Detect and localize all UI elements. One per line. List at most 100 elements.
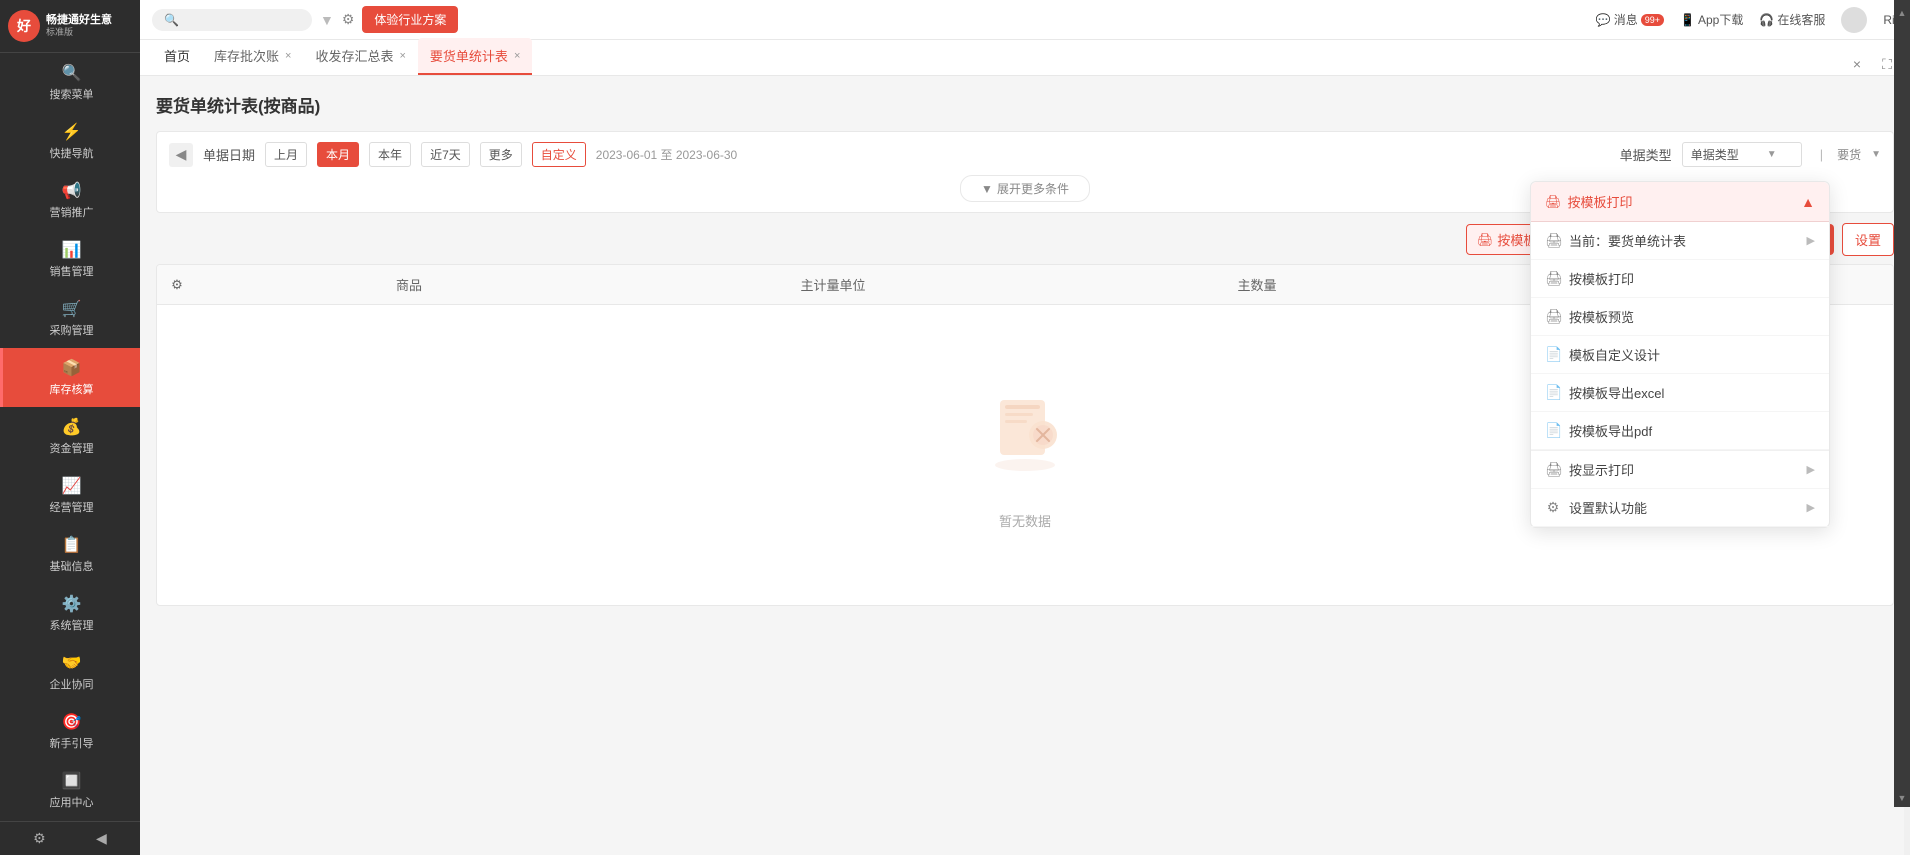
date-btn-last-month[interactable]: 上月: [265, 142, 307, 167]
sidebar-scroll-down[interactable]: ▼: [1898, 793, 1907, 803]
megaphone-icon: 📢: [62, 181, 82, 201]
sidebar-item-basic[interactable]: 📋 基础信息: [0, 525, 140, 584]
dropdown-header: 🖨 按模板打印 ▲: [1531, 182, 1829, 222]
printer-icon: 🖨: [1477, 232, 1494, 248]
logo-icon: 好: [8, 10, 40, 42]
box-icon: 📦: [62, 358, 82, 378]
printer-small-icon: 🖨: [1545, 270, 1561, 287]
cart-icon: 🛒: [62, 299, 82, 319]
col-gear[interactable]: ⚙: [157, 277, 197, 293]
tab-bar: 首页 库存批次账 × 收发存汇总表 × 要货单统计表 × × ⛶: [140, 40, 1910, 76]
date-btn-this-year[interactable]: 本年: [369, 142, 411, 167]
tab-batch-account[interactable]: 库存批次账 ×: [202, 38, 303, 75]
topbar-gear-icon[interactable]: ⚙: [342, 11, 355, 28]
printer-small-icon: 🖨: [1545, 461, 1561, 478]
date-btn-this-month[interactable]: 本月: [317, 142, 359, 167]
window-controls: × ⛶: [1846, 53, 1898, 75]
search-icon: 🔍: [62, 63, 82, 83]
sidebar-item-inventory[interactable]: 📦 库存核算: [0, 348, 140, 407]
dropdown-item-template-pdf[interactable]: 📄 按模板导出pdf: [1531, 412, 1829, 450]
search-box: 🔍: [152, 9, 312, 31]
sidebar-item-finance[interactable]: 💰 资金管理: [0, 407, 140, 466]
expand-conditions-btn[interactable]: ▼ 展开更多条件: [960, 175, 1090, 202]
app-logo: 好 畅捷通好生意 标准版: [0, 0, 140, 53]
filter-collapse-btn[interactable]: ◀: [169, 143, 193, 167]
settings-btn[interactable]: 设置: [1842, 223, 1894, 256]
sidebar-item-marketing[interactable]: 📢 营销推广: [0, 171, 140, 230]
search-input[interactable]: [183, 13, 293, 27]
tab-batch-account-close[interactable]: ×: [285, 50, 291, 62]
section-arrow-icon: ▶: [1807, 463, 1815, 476]
search-icon: 🔍: [164, 13, 179, 27]
dropdown-item-current[interactable]: 🖨 当前：要货单统计表 ▶: [1531, 222, 1829, 260]
messages-btn[interactable]: 💬 消息 99+: [1596, 11, 1664, 28]
doc-icon: 📄: [1545, 384, 1561, 401]
sidebar-bottom: ⚙ ◀: [0, 821, 140, 855]
arrow-icon: ▼: [1871, 149, 1881, 160]
type-label: 单据类型: [1620, 145, 1672, 164]
dropdown-item-template-design[interactable]: 📄 模板自定义设计: [1531, 336, 1829, 374]
printer-small-icon: 🖨: [1545, 308, 1561, 325]
sidebar-nav: 🔍 搜索菜单 ⚡ 快捷导航 📢 营销推广 📊 销售管理 🛒 采购管理 📦 库存核…: [0, 53, 140, 821]
avatar: [1841, 7, 1867, 33]
table-settings-icon[interactable]: ⚙: [171, 277, 183, 292]
sidebar-settings-btn[interactable]: ⚙: [33, 830, 46, 847]
app-download-btn[interactable]: 📱 App下载: [1680, 11, 1743, 28]
dropdown-item-display-print[interactable]: 🖨 按显示打印 ▶: [1531, 451, 1829, 489]
doc-icon: 📄: [1545, 346, 1561, 363]
type-arrow-icon: ▼: [1767, 149, 1777, 160]
sidebar-scroll-up[interactable]: ▲: [1898, 8, 1907, 18]
require-goods-label: 要货: [1837, 146, 1861, 163]
sidebar-item-collab[interactable]: 🤝 企业协同: [0, 643, 140, 702]
headset-icon: 🎧: [1759, 13, 1774, 27]
sidebar-item-sales[interactable]: 📊 销售管理: [0, 230, 140, 289]
date-btn-more[interactable]: 更多: [480, 142, 522, 167]
sidebar-item-search[interactable]: 🔍 搜索菜单: [0, 53, 140, 112]
dropdown-item-template-excel[interactable]: 📄 按模板导出excel: [1531, 374, 1829, 412]
doc-icon: 📄: [1545, 422, 1561, 439]
tab-order-stats-close[interactable]: ×: [514, 50, 520, 62]
handshake-icon: 🤝: [62, 653, 82, 673]
app-name: 畅捷通好生意 标准版: [46, 13, 112, 39]
money-icon: 💰: [62, 417, 82, 437]
window-close-btn[interactable]: ×: [1846, 53, 1868, 75]
topbar-right: 💬 消息 99+ 📱 App下载 🎧 在线客服 Rit: [1596, 7, 1898, 33]
dropdown-item-set-default[interactable]: ⚙ 设置默认功能 ▶: [1531, 489, 1829, 527]
sidebar-item-purchase[interactable]: 🛒 采购管理: [0, 289, 140, 348]
sidebar-item-system[interactable]: ⚙️ 系统管理: [0, 584, 140, 643]
date-btn-custom[interactable]: 自定义: [532, 142, 586, 167]
page-content-area: 要货单统计表(按商品) ◀ 单据日期 上月 本月 本年 近7天 更多 自定义 2…: [140, 76, 1910, 855]
tab-home[interactable]: 首页: [152, 38, 202, 75]
dropdown-close-btn[interactable]: ▲: [1801, 194, 1815, 210]
date-range-display: 2023-06-01 至 2023-06-30: [596, 146, 737, 163]
date-btn-7days[interactable]: 近7天: [421, 142, 470, 167]
col-product: 商品: [197, 275, 621, 294]
trending-icon: 📈: [62, 476, 82, 496]
type-select[interactable]: 单据类型 ▼: [1682, 142, 1802, 167]
print-dropdown: 🖨 按模板打印 ▲ 🖨 当前：要货单统计表 ▶ 🖨 按模板打印 🖨 按模板预览 …: [1530, 181, 1830, 528]
sidebar-item-guide[interactable]: 🎯 新手引导: [0, 702, 140, 761]
clipboard-icon: 📋: [62, 535, 82, 555]
tab-receipt-summary[interactable]: 收发存汇总表 ×: [303, 38, 417, 75]
tab-order-stats[interactable]: 要货单统计表 ×: [418, 38, 532, 75]
gear-small-icon: ⚙: [1545, 499, 1561, 516]
filter-row: ◀ 单据日期 上月 本月 本年 近7天 更多 自定义 2023-06-01 至 …: [169, 142, 1881, 167]
dropdown-item-template-print[interactable]: 🖨 按模板打印: [1531, 260, 1829, 298]
sidebar-item-apps[interactable]: 🔲 应用中心: [0, 761, 140, 820]
dropdown-item-template-preview[interactable]: 🖨 按模板预览: [1531, 298, 1829, 336]
dropdown-title: 🖨 按模板打印: [1545, 192, 1633, 211]
topbar-dropdown-icon: ▼: [320, 12, 334, 28]
message-icon: 💬: [1596, 13, 1611, 27]
sidebar-collapse-btn[interactable]: ◀: [96, 830, 107, 847]
target-icon: 🎯: [62, 712, 82, 732]
empty-state: 暂无数据: [955, 320, 1095, 590]
printer-icon: 🖨: [1545, 194, 1562, 210]
tab-receipt-summary-close[interactable]: ×: [399, 50, 405, 62]
page-title: 要货单统计表(按商品): [156, 92, 1894, 117]
trial-btn[interactable]: 体验行业方案: [362, 6, 458, 33]
sidebar-item-operations[interactable]: 📈 经营管理: [0, 466, 140, 525]
online-service-btn[interactable]: 🎧 在线客服: [1759, 11, 1825, 28]
sidebar-item-shortcut[interactable]: ⚡ 快捷导航: [0, 112, 140, 171]
expand-down-icon: ▼: [981, 182, 993, 196]
separator: |: [1820, 147, 1823, 162]
